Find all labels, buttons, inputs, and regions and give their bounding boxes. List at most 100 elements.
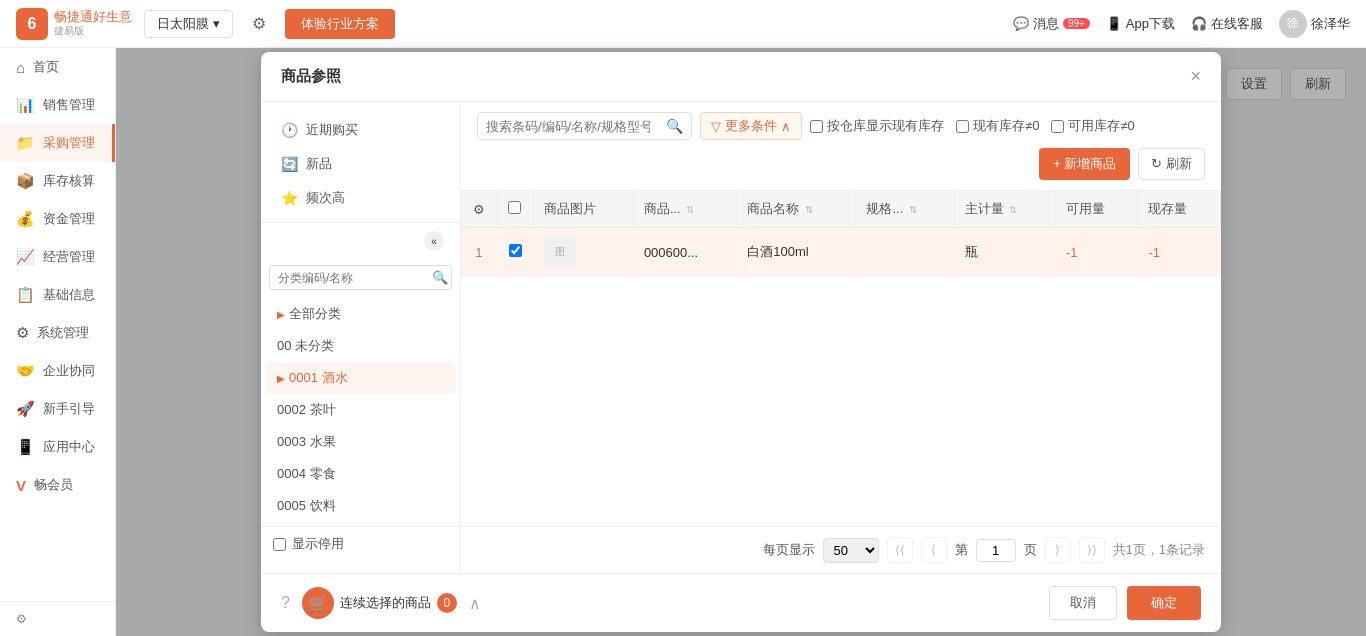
app-download-label: App下载 xyxy=(1126,15,1175,33)
sidebar-item-sales[interactable]: 📊 销售管理 xyxy=(0,86,115,124)
purchase-icon: 📁 xyxy=(16,134,35,152)
next-page-button[interactable]: ⟩ xyxy=(1045,537,1071,563)
filter-icon: ▽ xyxy=(711,119,721,134)
category-0004[interactable]: 0004 零食 xyxy=(265,458,456,490)
show-disabled-text: 显示停用 xyxy=(292,535,344,553)
table-row[interactable]: 1 图 000600... 白酒100ml xyxy=(461,228,1221,277)
sales-icon: 📊 xyxy=(16,96,35,114)
td-code: 000600... xyxy=(633,228,736,277)
cb-stock-nonzero[interactable]: 现有库存≠0 xyxy=(956,117,1039,135)
sidebar-item-vip[interactable]: V 畅会员 xyxy=(0,466,115,504)
logo-icon: 6 xyxy=(16,8,48,40)
category-search-icon[interactable]: 🔍 xyxy=(432,270,448,285)
category-0005[interactable]: 0005 饮料 xyxy=(265,490,456,522)
sidebar-item-finance[interactable]: 💰 资金管理 xyxy=(0,200,115,238)
sidebar-item-guide[interactable]: 🚀 新手引导 xyxy=(0,390,115,428)
sidebar-label-basic: 基础信息 xyxy=(43,286,95,304)
basic-icon: 📋 xyxy=(16,286,35,304)
sidebar-item-business[interactable]: 📈 经营管理 xyxy=(0,238,115,276)
table-header-row: ⚙ 商品图片 商品... ⇅ xyxy=(461,191,1221,228)
sidebar-label-apps: 应用中心 xyxy=(43,438,95,456)
vip-icon: V xyxy=(16,477,26,494)
sidebar-item-purchase[interactable]: 📁 采购管理 xyxy=(0,124,115,162)
cb-stock-input[interactable] xyxy=(956,120,969,133)
settings-gear-icon[interactable]: ⚙ xyxy=(245,10,273,38)
filter-more-button[interactable]: ▽ 更多条件 ∧ xyxy=(700,112,802,140)
tab-high-frequency[interactable]: ⭐ 频次高 xyxy=(269,182,452,214)
category-search-input[interactable] xyxy=(278,271,428,285)
th-available-label: 可用量 xyxy=(1066,201,1105,216)
cb-available-nonzero[interactable]: 可用库存≠0 xyxy=(1051,117,1134,135)
confirm-button[interactable]: 确定 xyxy=(1127,586,1201,620)
per-page-select[interactable]: 50 10 20 100 xyxy=(823,538,879,563)
cb-warehouse-label: 按仓库显示现有库存 xyxy=(827,117,944,135)
checkbox-group: 按仓库显示现有库存 现有库存≠0 可用库存≠0 xyxy=(810,117,1135,135)
category-0001[interactable]: ▶ 0001 酒水 xyxy=(265,362,456,394)
sidebar-item-inventory[interactable]: 📦 库存核算 xyxy=(0,162,115,200)
tab-recent-purchase[interactable]: 🕐 近期购买 xyxy=(269,114,452,146)
try-industry-button[interactable]: 体验行业方案 xyxy=(285,9,395,39)
left-tabs: 🕐 近期购买 🔄 新品 ⭐ 频次高 xyxy=(261,114,460,223)
th-code[interactable]: 商品... ⇅ xyxy=(633,191,736,228)
app-download-item[interactable]: 📱 App下载 xyxy=(1106,15,1175,33)
cart-button[interactable]: 🛒 连续选择的商品 0 xyxy=(302,587,457,619)
th-spec[interactable]: 规格... ⇅ xyxy=(856,191,954,228)
product-search-box: 🔍 xyxy=(477,112,692,140)
th-stock: 现存量 xyxy=(1138,191,1221,228)
collapse-footer-button[interactable]: ∧ xyxy=(469,594,481,613)
sort-icon-unit: ⇅ xyxy=(1009,204,1017,215)
th-select-all[interactable] xyxy=(508,201,521,214)
th-name[interactable]: 商品名称 ⇅ xyxy=(737,191,856,228)
category-0002[interactable]: 0002 茶叶 xyxy=(265,394,456,426)
product-search-button[interactable]: 🔍 xyxy=(658,113,691,139)
sidebar-bottom-settings[interactable]: ⚙ xyxy=(0,602,115,636)
product-thumbnail: 图 xyxy=(544,236,576,268)
nav-selector[interactable]: 日太阳膜 ▾ xyxy=(144,10,233,38)
online-service-item[interactable]: 🎧 在线客服 xyxy=(1191,15,1263,33)
cancel-button[interactable]: 取消 xyxy=(1049,586,1117,620)
refresh-button[interactable]: ↻ 刷新 xyxy=(1138,148,1205,180)
online-service-label: 在线客服 xyxy=(1211,15,1263,33)
last-page-button[interactable]: ⟩⟩ xyxy=(1079,537,1105,563)
modal-close-button[interactable]: × xyxy=(1190,66,1201,87)
sidebar-item-basic[interactable]: 📋 基础信息 xyxy=(0,276,115,314)
add-product-button[interactable]: + 新增商品 xyxy=(1039,148,1130,180)
category-all[interactable]: ▶ 全部分类 xyxy=(265,298,456,330)
user-avatar-item[interactable]: 徐 徐泽华 xyxy=(1279,10,1350,38)
tab-new-products[interactable]: 🔄 新品 xyxy=(269,148,452,180)
filter-arrow: ∧ xyxy=(781,119,791,134)
td-stock: -1 xyxy=(1138,228,1221,277)
pagination: 每页显示 50 10 20 100 ⟨⟨ ⟨ 第 页 xyxy=(461,526,1221,573)
first-page-button[interactable]: ⟨⟨ xyxy=(887,537,913,563)
page-number-input[interactable] xyxy=(976,539,1016,562)
category-00[interactable]: 00 未分类 xyxy=(265,330,456,362)
sidebar-item-system[interactable]: ⚙ 系统管理 xyxy=(0,314,115,352)
help-icon[interactable]: ? xyxy=(281,594,290,612)
per-page-label: 每页显示 xyxy=(763,541,815,559)
cb-warehouse[interactable]: 按仓库显示现有库存 xyxy=(810,117,944,135)
tab-recent-label: 近期购买 xyxy=(306,121,358,139)
th-settings[interactable]: ⚙ xyxy=(461,191,497,228)
sidebar-item-home[interactable]: ⌂ 首页 xyxy=(0,48,115,86)
enterprise-icon: 🤝 xyxy=(16,362,35,380)
prev-page-button[interactable]: ⟨ xyxy=(921,537,947,563)
cb-available-input[interactable] xyxy=(1051,120,1064,133)
messages-nav-item[interactable]: 💬 消息 99+ xyxy=(1013,15,1090,33)
collapse-left-button[interactable]: « xyxy=(424,231,444,251)
show-disabled-checkbox[interactable] xyxy=(273,538,286,551)
sidebar-label-finance: 资金管理 xyxy=(43,210,95,228)
logo-text: 畅捷通好生意 xyxy=(54,9,132,25)
cat-0005-label: 0005 饮料 xyxy=(277,497,336,515)
category-0003[interactable]: 0003 水果 xyxy=(265,426,456,458)
sidebar-item-apps[interactable]: 📱 应用中心 xyxy=(0,428,115,466)
main-layout: ⌂ 首页 📊 销售管理 📁 采购管理 📦 库存核算 💰 资金管理 📈 经营管理 … xyxy=(0,48,1366,636)
page-total-label: 共1页，1条记录 xyxy=(1113,541,1205,559)
product-search-input[interactable] xyxy=(478,114,658,139)
cat-0003-label: 0003 水果 xyxy=(277,433,336,451)
cb-warehouse-input[interactable] xyxy=(810,120,823,133)
product-table: ⚙ 商品图片 商品... ⇅ xyxy=(461,191,1221,277)
show-disabled-label[interactable]: 显示停用 xyxy=(273,535,448,553)
sidebar-item-enterprise[interactable]: 🤝 企业协同 xyxy=(0,352,115,390)
th-unit[interactable]: 主计量 ⇅ xyxy=(954,191,1055,228)
row-checkbox[interactable] xyxy=(509,244,522,257)
